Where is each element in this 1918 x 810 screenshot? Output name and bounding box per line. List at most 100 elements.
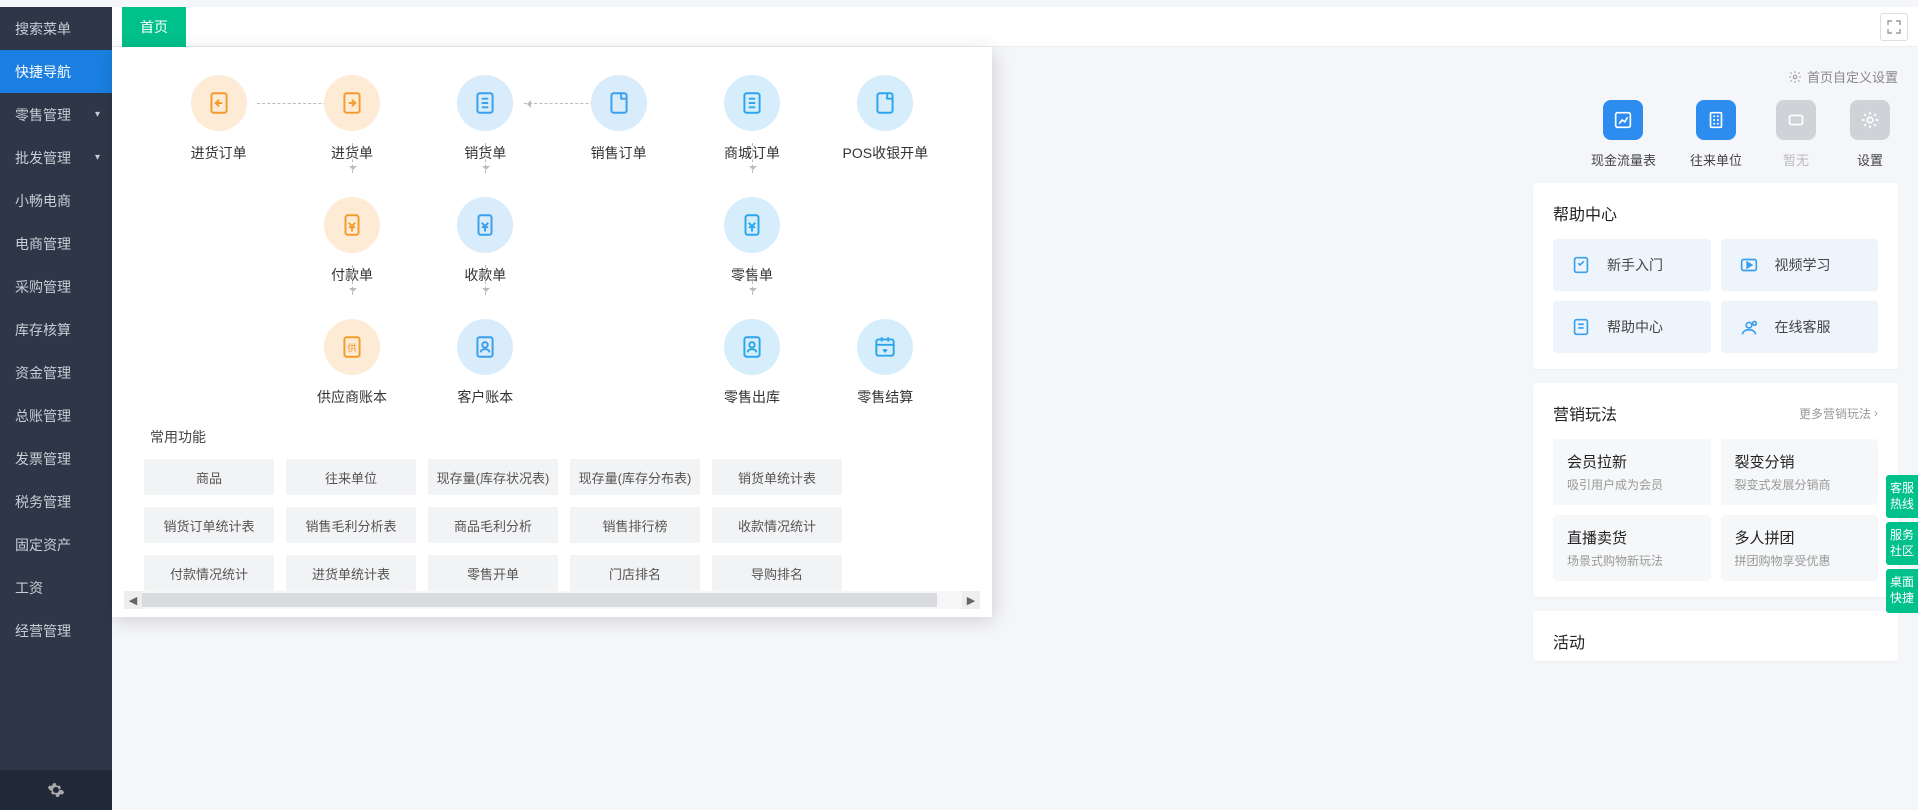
sidebar-item-quicknav[interactable]: 快捷导航: [0, 50, 112, 93]
gear-icon: [1788, 70, 1802, 84]
checklist-icon: [1567, 251, 1595, 279]
sidebar-item-wholesale[interactable]: 批发管理▾: [0, 136, 112, 179]
help-video[interactable]: 视频学习: [1721, 239, 1879, 291]
headset-icon: [1735, 313, 1763, 341]
flow-node-supplier-ledger[interactable]: 供 供应商账本: [285, 319, 418, 407]
doc-icon: [591, 75, 647, 131]
scroll-right-icon[interactable]: ▶: [962, 591, 980, 609]
sidebar-item-search[interactable]: 搜索菜单: [0, 7, 112, 50]
fullscreen-button[interactable]: [1880, 13, 1908, 41]
flow-label: 进货订单: [191, 143, 247, 163]
side-tab-desktop[interactable]: 桌面快捷: [1886, 569, 1918, 612]
sidebar-item-salary[interactable]: 工资: [0, 566, 112, 609]
play-icon: [1735, 251, 1763, 279]
building-icon: [1696, 100, 1736, 140]
gear-icon: [47, 781, 65, 799]
sidebar-item-ledger[interactable]: 总账管理: [0, 394, 112, 437]
flow-node-pos[interactable]: POS收银开单: [819, 75, 952, 163]
supplier-icon: 供: [324, 319, 380, 375]
customer-icon: [724, 319, 780, 375]
common-btn[interactable]: 零售开单: [428, 555, 558, 591]
flow-node-receipt[interactable]: 收款单: [419, 197, 552, 285]
scroll-thumb[interactable]: [142, 593, 937, 607]
side-tab-community[interactable]: 服务社区: [1886, 522, 1918, 565]
flow-node-retail-settle[interactable]: 零售结算: [819, 319, 952, 407]
common-btn[interactable]: 现存量(库存分布表): [570, 459, 700, 495]
sidebar-item-ecommerce[interactable]: 电商管理: [0, 222, 112, 265]
common-btn[interactable]: 门店排名: [570, 555, 700, 591]
help-card: 帮助中心 新手入门 视频学习 帮助中心 在线客服: [1533, 183, 1898, 369]
flow-node-payment[interactable]: 付款单: [285, 197, 418, 285]
flow-node-purchase-order[interactable]: 进货订单: [152, 75, 285, 163]
common-btn[interactable]: 销售毛利分析表: [286, 507, 416, 543]
flow-node-retail-out[interactable]: 零售出库: [685, 319, 818, 407]
doc-out-icon: [324, 75, 380, 131]
promo-fission[interactable]: 裂变分销裂变式发展分销商: [1721, 439, 1879, 505]
help-support[interactable]: 在线客服: [1721, 301, 1879, 353]
promo-desc: 吸引用户成为会员: [1567, 476, 1697, 493]
help-label: 在线客服: [1775, 317, 1831, 337]
scroll-left-icon[interactable]: ◀: [124, 591, 142, 609]
horizontal-scrollbar[interactable]: ◀ ▶: [124, 591, 980, 609]
common-btn[interactable]: 导购排名: [712, 555, 842, 591]
flow-node-customer-ledger[interactable]: 客户账本: [419, 319, 552, 407]
shortcut-empty[interactable]: 暂无: [1776, 100, 1816, 169]
common-btn[interactable]: 商品毛利分析: [428, 507, 558, 543]
sidebar-item-inventory[interactable]: 库存核算: [0, 308, 112, 351]
money-icon: [324, 197, 380, 253]
promo-title: 会员拉新: [1567, 451, 1697, 472]
customer-icon: [457, 319, 513, 375]
sidebar: 搜索菜单 快捷导航 零售管理▾ 批发管理▾ 小畅电商 电商管理 采购管理 库存核…: [0, 7, 112, 810]
sidebar-item-retail[interactable]: 零售管理▾: [0, 93, 112, 136]
sidebar-item-funds[interactable]: 资金管理: [0, 351, 112, 394]
flow-node-purchase-bill[interactable]: 进货单: [285, 75, 418, 163]
sidebar-item-invoice[interactable]: 发票管理: [0, 437, 112, 480]
cashflow-icon: [1603, 100, 1643, 140]
calendar-icon: [857, 319, 913, 375]
flow-node-sales-order[interactable]: 销售订单: [552, 75, 685, 163]
flow-row-2: 付款单 收款单 零售单: [132, 197, 972, 285]
sidebar-item-assets[interactable]: 固定资产: [0, 523, 112, 566]
home-customize-link[interactable]: 首页自定义设置: [1533, 67, 1898, 86]
money-icon: [457, 197, 513, 253]
scroll-track[interactable]: [142, 591, 962, 609]
common-btn[interactable]: 销货单统计表: [712, 459, 842, 495]
promo-live[interactable]: 直播卖货场景式购物新玩法: [1553, 515, 1711, 581]
common-btn[interactable]: 商品: [144, 459, 274, 495]
card-title: 营销玩法: [1553, 401, 1617, 425]
promo-member[interactable]: 会员拉新吸引用户成为会员: [1553, 439, 1711, 505]
common-btn[interactable]: 付款情况统计: [144, 555, 274, 591]
shortcut-row: 现金流量表 往来单位 暂无 设置: [1533, 100, 1898, 169]
more-link[interactable]: 更多营销玩法›: [1799, 405, 1878, 422]
help-center[interactable]: 帮助中心: [1553, 301, 1711, 353]
common-btn[interactable]: 销货订单统计表: [144, 507, 274, 543]
common-btn[interactable]: 收款情况统计: [712, 507, 842, 543]
quicknav-flyout: 进货订单 进货单 销货单 销售订单 商城订单: [112, 47, 992, 617]
flow-node-sales-bill[interactable]: 销货单: [419, 75, 552, 163]
promo-desc: 场景式购物新玩法: [1567, 552, 1697, 569]
sidebar-item-tax[interactable]: 税务管理: [0, 480, 112, 523]
sidebar-settings[interactable]: [0, 770, 112, 810]
flow-node-mall-order[interactable]: 商城订单: [685, 75, 818, 163]
chevron-right-icon: ›: [1874, 406, 1878, 420]
sidebar-item-operations[interactable]: 经营管理: [0, 609, 112, 652]
side-tab-hotline[interactable]: 客服热线: [1886, 475, 1918, 518]
common-functions-title: 常用功能: [150, 427, 972, 447]
sidebar-item-xiaochang[interactable]: 小畅电商: [0, 179, 112, 222]
shortcut-cashflow[interactable]: 现金流量表: [1591, 100, 1656, 169]
promo-title: 直播卖货: [1567, 527, 1697, 548]
shortcut-label: 往来单位: [1690, 150, 1742, 169]
promo-group[interactable]: 多人拼团拼团购物享受优惠: [1721, 515, 1879, 581]
sidebar-item-purchase[interactable]: 采购管理: [0, 265, 112, 308]
flow-label: 销售订单: [591, 143, 647, 163]
help-newbie[interactable]: 新手入门: [1553, 239, 1711, 291]
common-btn[interactable]: 往来单位: [286, 459, 416, 495]
shortcut-settings[interactable]: 设置: [1850, 100, 1890, 169]
shortcut-contacts[interactable]: 往来单位: [1690, 100, 1742, 169]
flow-node-retail-bill[interactable]: 零售单: [685, 197, 818, 285]
tab-home[interactable]: 首页: [122, 7, 186, 47]
common-btn[interactable]: 进货单统计表: [286, 555, 416, 591]
common-btn[interactable]: 销售排行榜: [570, 507, 700, 543]
doc-icon: [857, 75, 913, 131]
common-btn[interactable]: 现存量(库存状况表): [428, 459, 558, 495]
